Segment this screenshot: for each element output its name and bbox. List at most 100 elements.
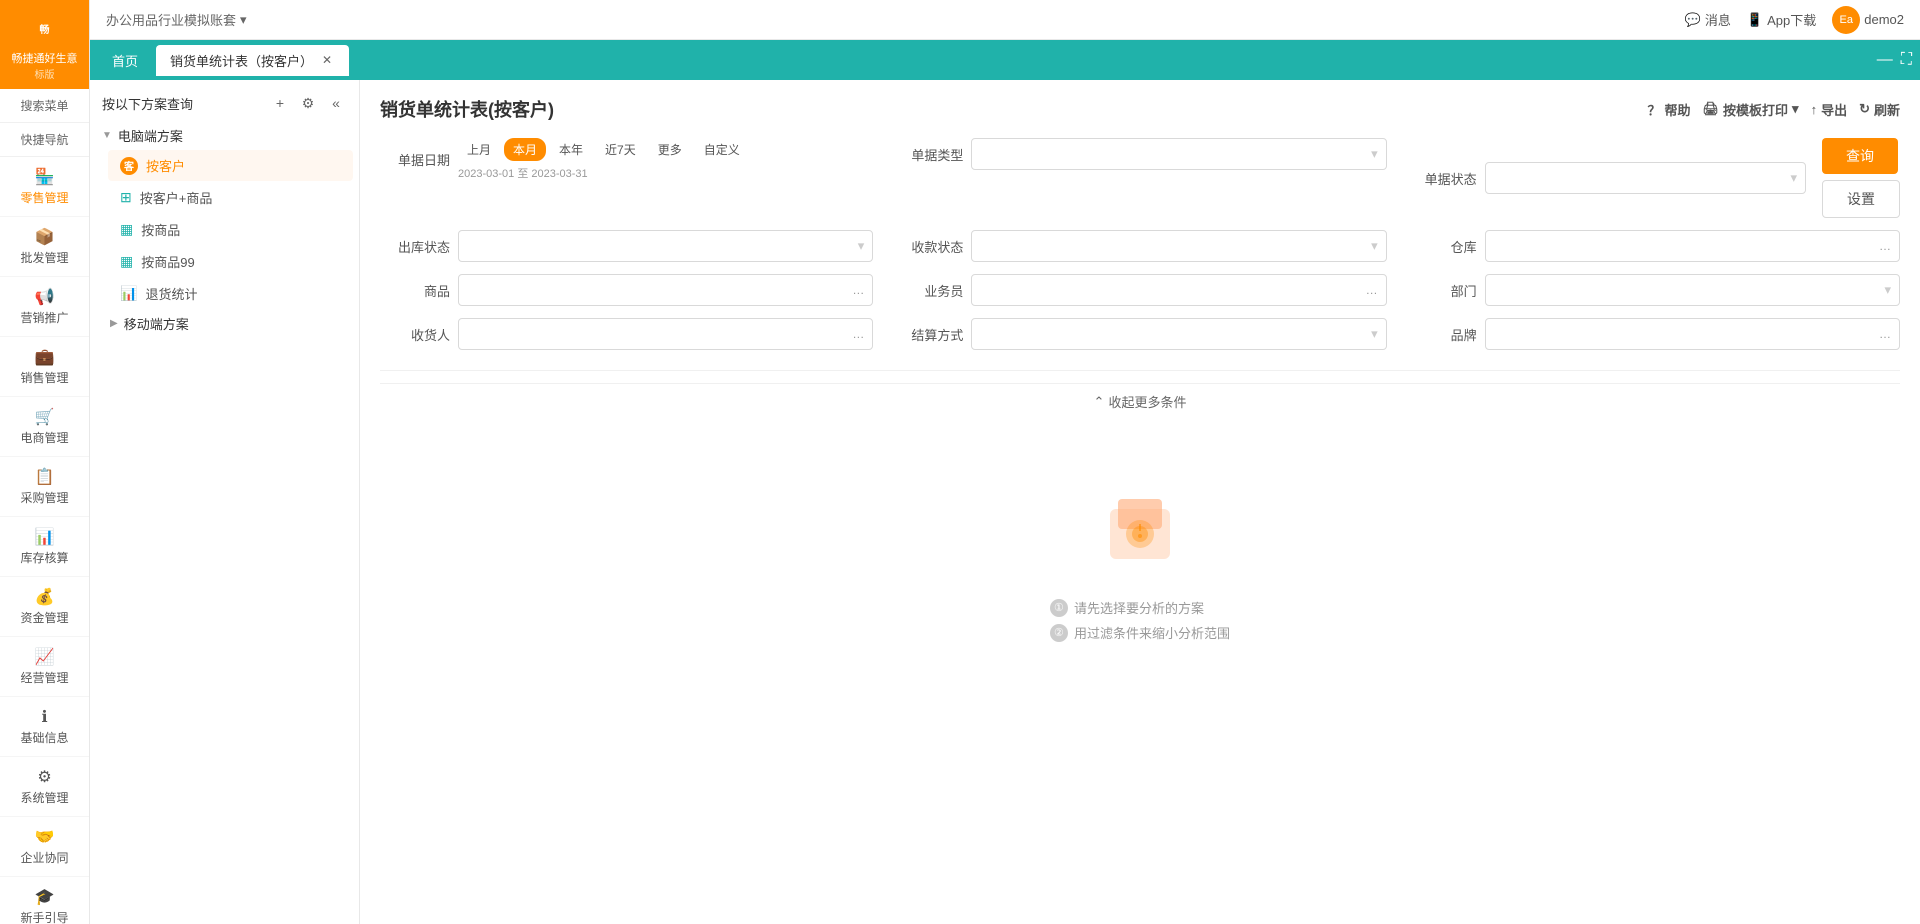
doc-status-input[interactable]: ▾ <box>1485 162 1806 194</box>
receiver-ellipsis[interactable]: … <box>852 327 864 341</box>
doc-status-label: 单据状态 <box>1407 169 1477 188</box>
template-print-btn[interactable]: 🖨 按模板打印 ▾ <box>1703 100 1799 119</box>
receive-status-dropdown-icon: ▾ <box>1371 238 1378 254</box>
export-btn[interactable]: ↑ 导出 <box>1811 100 1848 119</box>
maximize-btn[interactable]: ⛶ <box>1901 51 1912 69</box>
goods-input[interactable]: … <box>458 274 873 306</box>
help-label: 帮助 <box>1664 100 1690 119</box>
receive-status-input[interactable]: ▾ <box>971 230 1386 262</box>
minimize-btn[interactable]: — <box>1877 51 1893 69</box>
tab-home-label: 首页 <box>112 51 138 70</box>
out-status-dropdown-icon: ▾ <box>858 238 865 254</box>
print-dropdown-icon: ▾ <box>1792 101 1799 117</box>
sidebar-item-wholesale-label: 批发管理 <box>6 249 83 266</box>
tab-home[interactable]: 首页 <box>98 45 152 76</box>
inventory-icon: 📊 <box>6 527 83 547</box>
tab-sales-stats-label: 销货单统计表（按客户） <box>170 51 313 70</box>
collapse-bar[interactable]: ⌃ 收起更多条件 <box>380 383 1900 419</box>
salesman-ellipsis[interactable]: … <box>1366 283 1378 297</box>
receiver-row: 收货人 … <box>380 318 873 350</box>
sidebar-item-newbie[interactable]: 🎓 新手引导 <box>0 877 89 924</box>
help-btn[interactable]: ？ 帮助 <box>1647 100 1690 119</box>
doc-type-input[interactable]: ▾ <box>971 138 1386 170</box>
tip-2-text: 用过滤条件来缩小分析范围 <box>1074 623 1230 642</box>
scheme-title: 按以下方案查询 <box>102 94 193 113</box>
scheme-add-btn[interactable]: + <box>269 92 291 114</box>
date-btn-7days[interactable]: 近7天 <box>596 138 645 161</box>
user-menu[interactable]: Ea demo2 <box>1832 6 1904 34</box>
search-menu-label: 搜索菜单 <box>6 97 83 114</box>
receive-status-label: 收款状态 <box>893 237 963 256</box>
sidebar-item-ecommerce[interactable]: 🛒 电商管理 <box>0 397 89 457</box>
scheme-group-mobile-label: 移动端方案 <box>124 314 189 333</box>
department-input[interactable]: ▾ <box>1485 274 1900 306</box>
scheme-item-by-customer[interactable]: 客 按客户 <box>108 150 353 181</box>
brand-filter: 品牌 … <box>1407 318 1900 350</box>
sidebar-item-operation[interactable]: 📈 经营管理 <box>0 637 89 697</box>
date-btn-last-month[interactable]: 上月 <box>458 138 500 161</box>
department-filter: 部门 ▾ <box>1407 274 1900 306</box>
app-download-btn[interactable]: 📱 App下载 <box>1747 10 1816 29</box>
message-btn[interactable]: 💬 消息 <box>1685 10 1731 29</box>
settings-button[interactable]: 设置 <box>1822 180 1900 218</box>
tip-1-num: ① <box>1050 599 1068 617</box>
query-button[interactable]: 查询 <box>1822 138 1898 174</box>
sidebar-item-system[interactable]: ⚙ 系统管理 <box>0 757 89 817</box>
receiver-label: 收货人 <box>380 325 450 344</box>
sidebar-item-finance[interactable]: 💰 资金管理 <box>0 577 89 637</box>
out-status-input[interactable]: ▾ <box>458 230 873 262</box>
warehouse-input[interactable]: … <box>1485 230 1900 262</box>
sidebar-item-basic[interactable]: ℹ 基础信息 <box>0 697 89 757</box>
search-menu[interactable]: 搜索菜单 <box>0 89 89 123</box>
tab-close-icon[interactable]: ✕ <box>319 52 335 68</box>
warehouse-ellipsis[interactable]: … <box>1879 239 1891 253</box>
date-controls: 上月 本月 本年 近7天 更多 自定义 2023-03-01 至 2023-03… <box>458 138 873 181</box>
message-label: 消息 <box>1705 10 1731 29</box>
content-body: 销货单统计表(按客户) ？ 帮助 🖨 按模板打印 ▾ ↑ <box>360 80 1920 924</box>
quick-nav[interactable]: 快捷导航 <box>0 123 89 157</box>
date-btn-this-year[interactable]: 本年 <box>550 138 592 161</box>
by-customer-icon: 客 <box>120 157 138 175</box>
doc-type-label: 单据类型 <box>893 145 963 164</box>
date-btn-custom[interactable]: 自定义 <box>695 138 749 161</box>
filter-row-3: 商品 … 业务员 <box>380 274 1900 306</box>
scheme-item-by-goods[interactable]: ▦ 按商品 <box>108 214 353 245</box>
scheme-item-return-stats[interactable]: 📊 退货统计 <box>108 278 353 309</box>
sidebar-item-sales[interactable]: 💼 销售管理 <box>0 337 89 397</box>
goods-ellipsis[interactable]: … <box>852 283 864 297</box>
scheme-item-by-goods99[interactable]: ▦ 按商品99 <box>108 246 353 277</box>
logo[interactable]: 畅 畅捷通好生意 标版 <box>0 0 89 89</box>
refresh-icon: ↻ <box>1859 101 1870 117</box>
settlement-filter: 结算方式 ▾ <box>893 318 1386 350</box>
out-status-label: 出库状态 <box>380 237 450 256</box>
date-btn-more[interactable]: 更多 <box>649 138 691 161</box>
account-selector[interactable]: 办公用品行业模拟账套 ▾ <box>106 10 247 29</box>
sidebar-item-system-label: 系统管理 <box>6 789 83 806</box>
scheme-settings-btn[interactable]: ⚙ <box>297 92 319 114</box>
salesman-input[interactable]: … <box>971 274 1386 306</box>
sidebar-item-marketing[interactable]: 📢 营销推广 <box>0 277 89 337</box>
sidebar-item-inventory[interactable]: 📊 库存核算 <box>0 517 89 577</box>
refresh-btn[interactable]: ↻ 刷新 <box>1859 100 1900 119</box>
tab-sales-stats[interactable]: 销货单统计表（按客户） ✕ <box>156 45 349 76</box>
date-filter-row: 单据日期 上月 本月 本年 近7天 更多 自定义 <box>380 138 873 181</box>
user-avatar: Ea <box>1832 6 1860 34</box>
scheme-collapse-btn[interactable]: « <box>325 92 347 114</box>
date-btn-this-month[interactable]: 本月 <box>504 138 546 161</box>
brand-input[interactable]: … <box>1485 318 1900 350</box>
user-name: demo2 <box>1864 12 1904 27</box>
sidebar-item-enterprise[interactable]: 🤝 企业协同 <box>0 817 89 877</box>
doc-type-row: 单据类型 ▾ <box>893 138 1386 170</box>
receiver-input[interactable]: … <box>458 318 873 350</box>
brand-ellipsis[interactable]: … <box>1879 327 1891 341</box>
marketing-icon: 📢 <box>6 287 83 307</box>
warehouse-row: 仓库 … <box>1407 230 1900 262</box>
sidebar-item-purchase[interactable]: 📋 采购管理 <box>0 457 89 517</box>
scheme-item-by-customer-goods[interactable]: ⊞ 按客户+商品 <box>108 182 353 213</box>
settlement-input[interactable]: ▾ <box>971 318 1386 350</box>
scheme-group-pc-header[interactable]: ▼ 电脑端方案 <box>90 122 359 149</box>
sidebar-item-retail[interactable]: 🏪 零售管理 <box>0 157 89 217</box>
scheme-group-mobile-header[interactable]: ▶ 移动端方案 <box>98 310 359 337</box>
sidebar-item-wholesale[interactable]: 📦 批发管理 <box>0 217 89 277</box>
sidebar-item-sales-label: 销售管理 <box>6 369 83 386</box>
